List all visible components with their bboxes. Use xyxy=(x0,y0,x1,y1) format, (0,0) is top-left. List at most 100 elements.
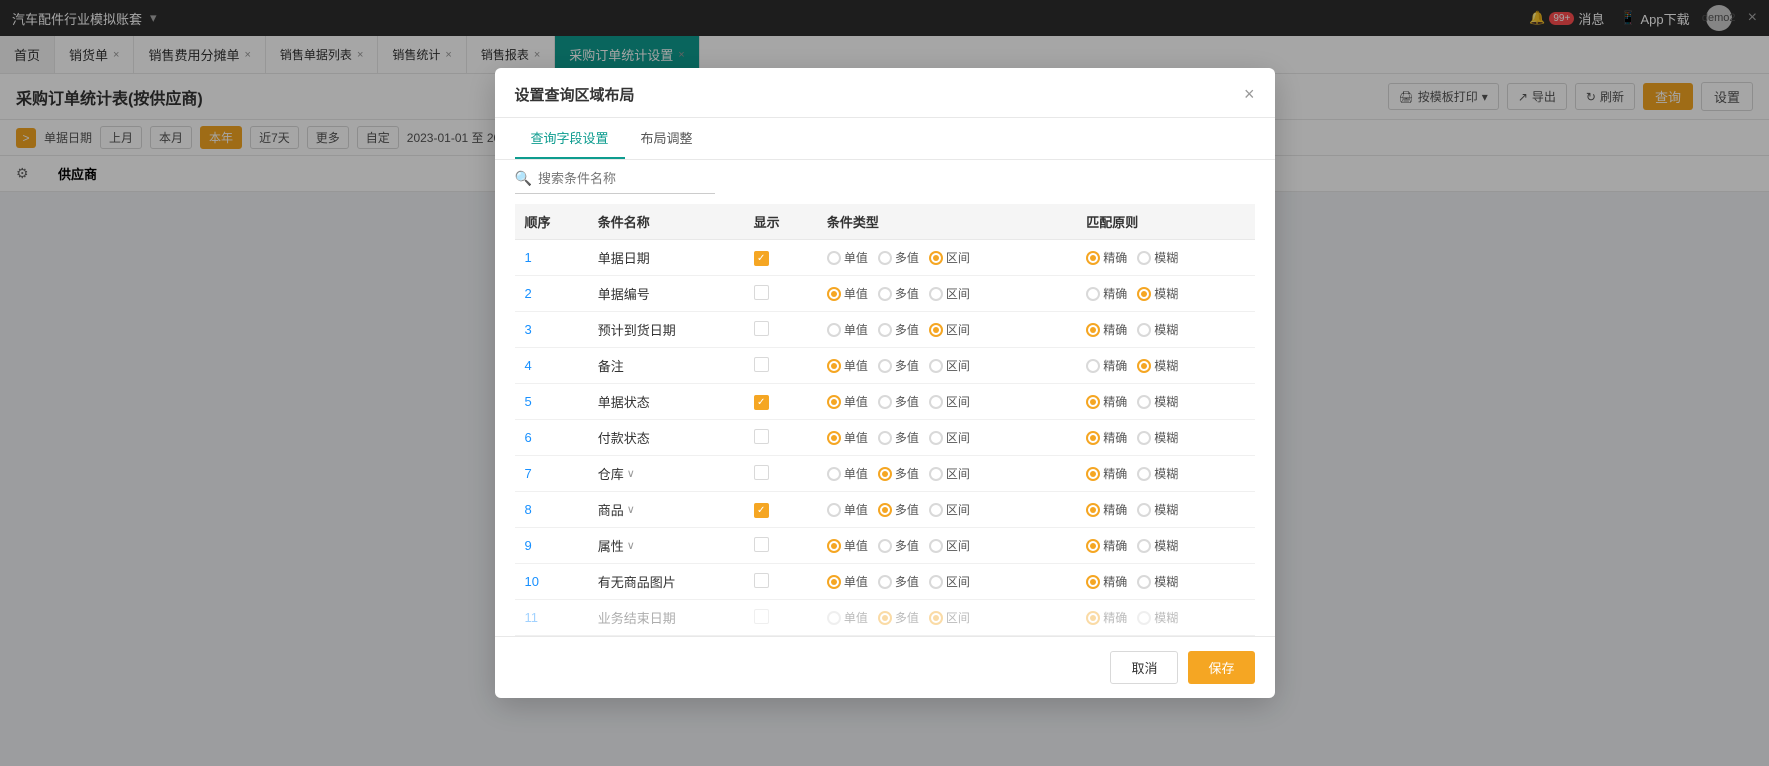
cond-type-group: 单值多值区间 xyxy=(827,393,1066,410)
settings-modal: 设置查询区域布局 × 查询字段设置 布局调整 🔍 顺序 xyxy=(495,68,1275,698)
cond-type-single[interactable]: 单值 xyxy=(827,285,868,302)
match-rule-exact[interactable]: 精确 xyxy=(1086,501,1127,518)
cond-type-range[interactable]: 区间 xyxy=(929,573,970,590)
cond-type-multi[interactable]: 多值 xyxy=(878,573,919,590)
radio-dot xyxy=(827,359,841,373)
match-rule-fuzzy[interactable]: 模糊 xyxy=(1137,357,1178,374)
condition-name: 付款状态 xyxy=(598,431,650,446)
cond-type-single[interactable]: 单值 xyxy=(827,609,868,626)
match-rule-fuzzy[interactable]: 模糊 xyxy=(1137,285,1178,302)
radio-dot xyxy=(1086,251,1100,265)
table-row: 11业务结束日期单值多值区间精确模糊 xyxy=(515,600,1255,636)
match-rule-exact[interactable]: 精确 xyxy=(1086,429,1127,446)
cond-type-multi[interactable]: 多值 xyxy=(878,321,919,338)
match-rule-group: 精确模糊 xyxy=(1086,429,1244,446)
row-order: 9 xyxy=(525,538,532,553)
radio-dot xyxy=(929,287,943,301)
col-display: 显示 xyxy=(744,204,817,240)
display-checkbox[interactable] xyxy=(754,429,769,444)
match-rule-fuzzy[interactable]: 模糊 xyxy=(1137,609,1178,626)
match-rule-fuzzy[interactable]: 模糊 xyxy=(1137,321,1178,338)
display-checkbox[interactable] xyxy=(754,321,769,336)
radio-dot xyxy=(827,467,841,481)
cond-type-range[interactable]: 区间 xyxy=(929,321,970,338)
display-checkbox[interactable] xyxy=(754,537,769,552)
display-checkbox[interactable] xyxy=(754,503,769,518)
cond-type-single[interactable]: 单值 xyxy=(827,429,868,446)
cond-type-range[interactable]: 区间 xyxy=(929,249,970,266)
match-rule-exact[interactable]: 精确 xyxy=(1086,393,1127,410)
display-checkbox[interactable] xyxy=(754,609,769,624)
cond-type-multi[interactable]: 多值 xyxy=(878,285,919,302)
cond-type-group: 单值多值区间 xyxy=(827,321,1066,338)
match-rule-fuzzy[interactable]: 模糊 xyxy=(1137,501,1178,518)
radio-dot xyxy=(929,539,943,553)
display-checkbox[interactable] xyxy=(754,573,769,588)
save-button[interactable]: 保存 xyxy=(1188,651,1254,684)
table-row: 9属性 ∨单值多值区间精确模糊 xyxy=(515,528,1255,564)
tab-query-fields[interactable]: 查询字段设置 xyxy=(515,118,625,159)
match-rule-fuzzy[interactable]: 模糊 xyxy=(1137,429,1178,446)
cond-type-range[interactable]: 区间 xyxy=(929,357,970,374)
cancel-button[interactable]: 取消 xyxy=(1110,651,1178,684)
row-order: 10 xyxy=(525,574,539,589)
cond-type-multi[interactable]: 多值 xyxy=(878,537,919,554)
cond-type-multi[interactable]: 多值 xyxy=(878,357,919,374)
match-rule-fuzzy[interactable]: 模糊 xyxy=(1137,393,1178,410)
cond-type-range[interactable]: 区间 xyxy=(929,465,970,482)
match-rule-exact[interactable]: 精确 xyxy=(1086,321,1127,338)
cond-type-single[interactable]: 单值 xyxy=(827,501,868,518)
display-checkbox[interactable] xyxy=(754,465,769,480)
chevron-icon: ∨ xyxy=(627,503,635,516)
match-rule-exact[interactable]: 精确 xyxy=(1086,573,1127,590)
cond-type-range[interactable]: 区间 xyxy=(929,537,970,554)
cond-type-single[interactable]: 单值 xyxy=(827,321,868,338)
display-checkbox[interactable] xyxy=(754,251,769,266)
search-input-wrapper: 🔍 xyxy=(515,170,715,194)
search-input[interactable] xyxy=(538,171,698,186)
match-rule-exact[interactable]: 精确 xyxy=(1086,357,1127,374)
cond-type-single[interactable]: 单值 xyxy=(827,465,868,482)
match-rule-exact[interactable]: 精确 xyxy=(1086,609,1127,626)
match-rule-fuzzy[interactable]: 模糊 xyxy=(1137,465,1178,482)
cond-type-multi[interactable]: 多值 xyxy=(878,429,919,446)
match-rule-exact[interactable]: 精确 xyxy=(1086,285,1127,302)
cond-type-single[interactable]: 单值 xyxy=(827,393,868,410)
match-rule-exact[interactable]: 精确 xyxy=(1086,465,1127,482)
cond-type-range[interactable]: 区间 xyxy=(929,429,970,446)
radio-dot xyxy=(929,323,943,337)
cond-type-single[interactable]: 单值 xyxy=(827,249,868,266)
condition-name: 仓库 ∨ xyxy=(598,464,734,483)
cond-type-single[interactable]: 单值 xyxy=(827,537,868,554)
radio-dot xyxy=(827,575,841,589)
table-row: 6付款状态单值多值区间精确模糊 xyxy=(515,420,1255,456)
cond-type-range[interactable]: 区间 xyxy=(929,393,970,410)
match-rule-exact[interactable]: 精确 xyxy=(1086,537,1127,554)
match-rule-fuzzy[interactable]: 模糊 xyxy=(1137,573,1178,590)
cond-type-multi[interactable]: 多值 xyxy=(878,501,919,518)
tab-layout[interactable]: 布局调整 xyxy=(625,118,709,159)
match-rule-fuzzy[interactable]: 模糊 xyxy=(1137,249,1178,266)
cond-type-multi[interactable]: 多值 xyxy=(878,393,919,410)
cond-type-multi[interactable]: 多值 xyxy=(878,609,919,626)
match-rule-exact[interactable]: 精确 xyxy=(1086,249,1127,266)
cond-type-single[interactable]: 单值 xyxy=(827,573,868,590)
modal-search-bar: 🔍 xyxy=(495,160,1275,204)
modal-close-button[interactable]: × xyxy=(1244,84,1255,105)
match-rule-fuzzy[interactable]: 模糊 xyxy=(1137,537,1178,554)
display-checkbox[interactable] xyxy=(754,285,769,300)
radio-dot xyxy=(1137,287,1151,301)
display-checkbox[interactable] xyxy=(754,357,769,372)
display-checkbox[interactable] xyxy=(754,395,769,410)
cond-type-multi[interactable]: 多值 xyxy=(878,249,919,266)
radio-dot xyxy=(878,251,892,265)
cond-type-range[interactable]: 区间 xyxy=(929,609,970,626)
cond-type-single[interactable]: 单值 xyxy=(827,357,868,374)
radio-dot xyxy=(929,359,943,373)
cond-type-range[interactable]: 区间 xyxy=(929,501,970,518)
cond-type-range[interactable]: 区间 xyxy=(929,285,970,302)
cond-type-group: 单值多值区间 xyxy=(827,609,1066,626)
cond-type-multi[interactable]: 多值 xyxy=(878,465,919,482)
match-rule-group: 精确模糊 xyxy=(1086,393,1244,410)
radio-dot xyxy=(878,539,892,553)
